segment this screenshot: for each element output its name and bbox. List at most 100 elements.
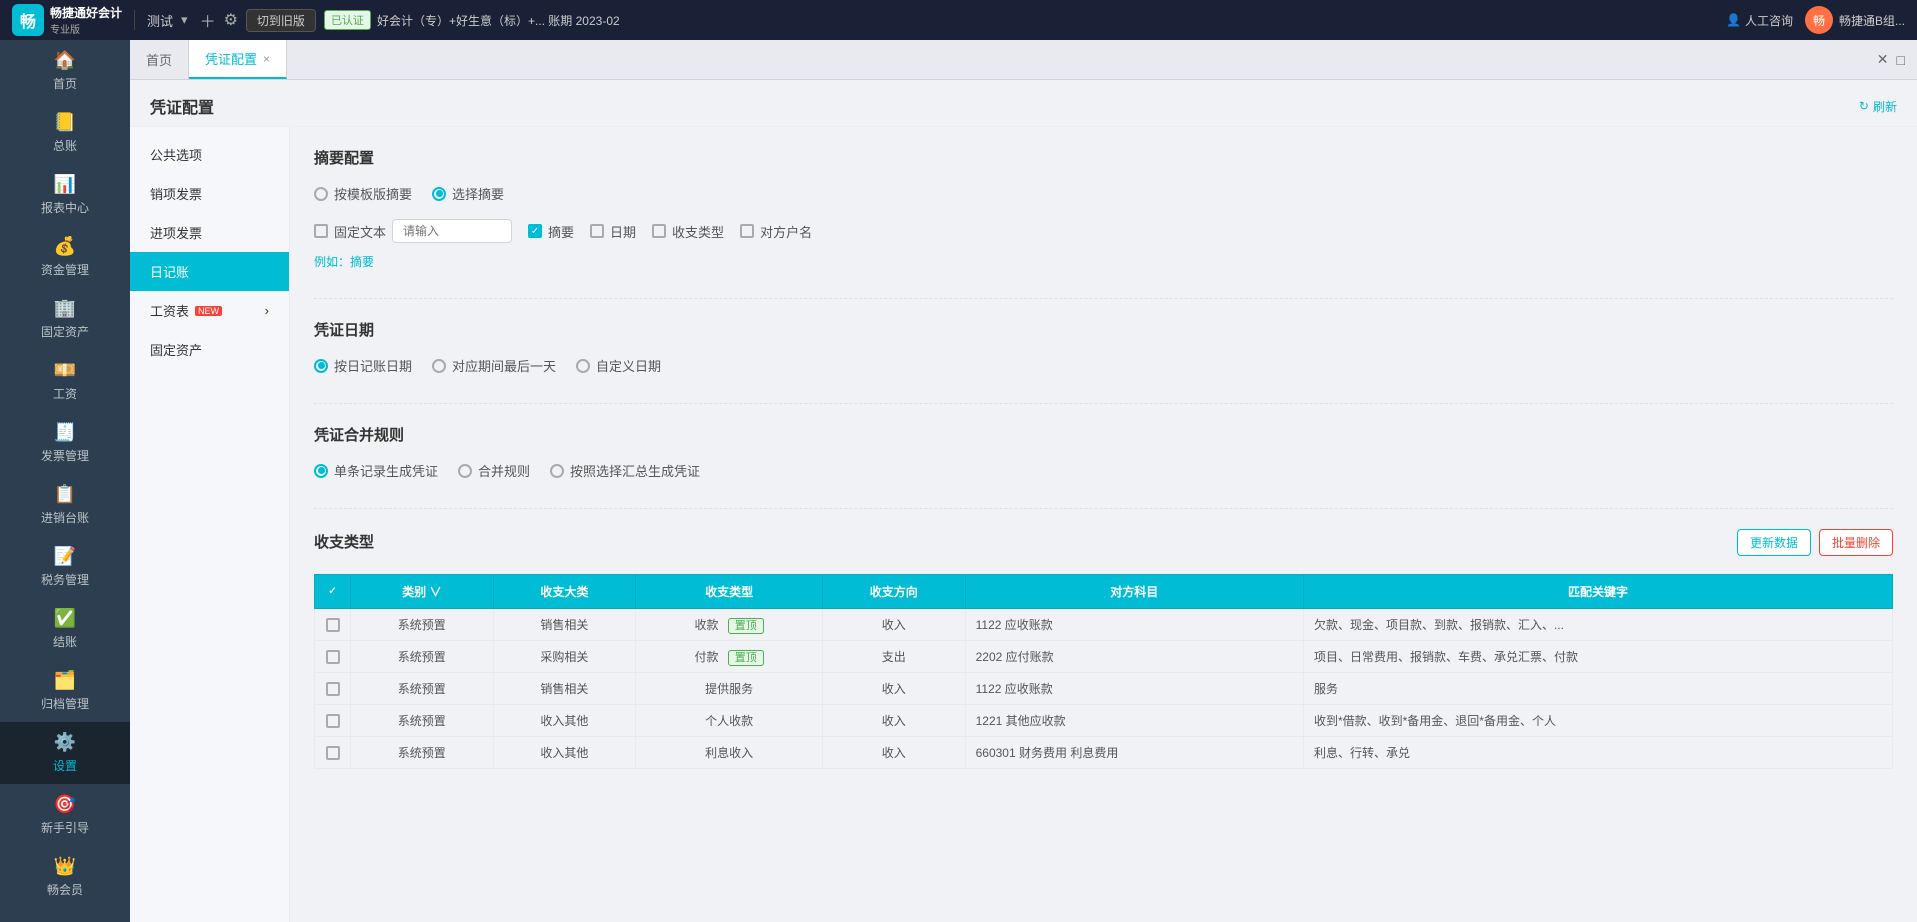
row3-big-type: 销售相关 (493, 673, 636, 705)
radio-summary-gen-label: 按照选择汇总生成凭证 (570, 461, 700, 480)
nav-item-public[interactable]: 公共选项 (130, 135, 289, 174)
tab-bar: 首页 凭证配置 × ✕ □ (130, 40, 1917, 80)
radio-single[interactable]: 单条记录生成凭证 (314, 461, 438, 480)
topbar-separator (134, 10, 135, 30)
main-panel: 摘要配置 按模板版摘要 选择摘要 (290, 127, 1917, 922)
nav-item-sales-invoice[interactable]: 销项发票 (130, 174, 289, 213)
nav-item-journal[interactable]: 日记账 (130, 252, 289, 291)
radio-journal-date-label: 按日记账日期 (334, 356, 412, 375)
row2-type-text: 付款 (694, 650, 718, 664)
checkbox-fixed-text[interactable]: 固定文本 (314, 219, 512, 243)
window-maximize-icon[interactable]: □ (1897, 52, 1905, 68)
radio-single-dot (318, 467, 325, 474)
sidebar-item-purchase[interactable]: 📋 进销台账 (0, 474, 130, 536)
row3-check-box[interactable] (326, 682, 340, 696)
select-all-checkbox[interactable]: ✓ (326, 585, 340, 599)
report-icon: 📊 (54, 174, 76, 195)
update-data-button[interactable]: 更新数据 (1737, 529, 1811, 556)
company-dropdown-icon[interactable]: ▾ (181, 12, 188, 28)
row5-type-text: 利息收入 (705, 746, 753, 760)
checkbox-summary[interactable]: ✓ 摘要 (528, 222, 574, 241)
sidebar-item-archive[interactable]: 🗂️ 归档管理 (0, 660, 130, 722)
row1-checkbox[interactable] (315, 609, 351, 641)
topbar-actions: ＋ ⚙ 切到旧版 (200, 8, 316, 32)
radio-period-last[interactable]: 对应期间最后一天 (432, 356, 556, 375)
row4-keyword: 收到*借款、收到*备用金、退回*备用金、个人 (1303, 705, 1892, 737)
income-expense-header: 收支类型 更新数据 批量删除 (314, 529, 1893, 564)
checkbox-group: 固定文本 ✓ 摘要 日期 收支类型 (314, 219, 1893, 243)
sidebar-item-tax[interactable]: 📝 税务管理 (0, 536, 130, 598)
fixed-text-input[interactable] (392, 219, 512, 243)
batch-delete-button[interactable]: 批量删除 (1819, 529, 1893, 556)
sidebar-item-asset[interactable]: 🏢 固定资产 (0, 288, 130, 350)
switch-version-button[interactable]: 切到旧版 (246, 9, 316, 32)
sidebar-item-ledger[interactable]: 📒 总账 (0, 102, 130, 164)
checkbox-counterparty[interactable]: 对方户名 (740, 222, 812, 241)
row1-check-box[interactable] (326, 618, 340, 632)
page-header: 凭证配置 ↻ 刷新 (130, 80, 1917, 127)
page-title: 凭证配置 (150, 94, 214, 118)
tab-home[interactable]: 首页 (130, 40, 189, 79)
checkbox-payment-type-box (652, 224, 666, 238)
window-close-icon[interactable]: ✕ (1877, 51, 1889, 68)
checkbox-payment-type-label: 收支类型 (672, 222, 724, 241)
sidebar-item-invoice[interactable]: 🧾 发票管理 (0, 412, 130, 474)
add-icon[interactable]: ＋ (200, 8, 216, 32)
checkbox-payment-type[interactable]: 收支类型 (652, 222, 724, 241)
row1-top-tag: 置顶 (728, 618, 764, 634)
radio-summary-gen[interactable]: 按照选择汇总生成凭证 (550, 461, 700, 480)
voucher-date-title: 凭证日期 (314, 319, 1893, 340)
row2-top-tag: 置顶 (728, 650, 764, 666)
checkbox-counterparty-box (740, 224, 754, 238)
radio-merge[interactable]: 合并规则 (458, 461, 530, 480)
row2-checkbox[interactable] (315, 641, 351, 673)
sidebar-item-settle[interactable]: ✅ 结账 (0, 598, 130, 660)
content-area: 首页 凭证配置 × ✕ □ 凭证配置 ↻ 刷新 公共选项 (130, 40, 1917, 922)
row3-type-text: 提供服务 (705, 682, 753, 696)
th-category[interactable]: 类别 ∨ (351, 575, 494, 609)
row5-check-box[interactable] (326, 746, 340, 760)
radio-template[interactable]: 按模板版摘要 (314, 184, 412, 203)
sidebar-item-home[interactable]: 🏠 首页 (0, 40, 130, 102)
topbar-status: 已认证 好会计（专）+好生意（标）+... 账期 2023-02 (324, 10, 620, 30)
tab-close-icon[interactable]: × (263, 52, 270, 66)
settings-nav-icon: ⚙️ (54, 732, 76, 753)
row4-checkbox[interactable] (315, 705, 351, 737)
row4-type-text: 个人收款 (705, 714, 753, 728)
row4-check-box[interactable] (326, 714, 340, 728)
radio-template-circle (314, 187, 328, 201)
sidebar-item-member[interactable]: 👑 畅会员 (0, 846, 130, 908)
settings-icon[interactable]: ⚙ (224, 10, 238, 30)
row2-check-box[interactable] (326, 650, 340, 664)
tab-voucher-config[interactable]: 凭证配置 × (189, 40, 287, 79)
nav-item-fixed-assets[interactable]: 固定资产 (130, 330, 289, 369)
nav-item-purchase-invoice[interactable]: 进项发票 (130, 213, 289, 252)
row2-big-type: 采购相关 (493, 641, 636, 673)
th-checkbox[interactable]: ✓ (315, 575, 351, 609)
radio-select-label: 选择摘要 (452, 184, 504, 203)
divider-3 (314, 508, 1893, 509)
radio-custom-date[interactable]: 自定义日期 (576, 356, 661, 375)
radio-select-summary[interactable]: 选择摘要 (432, 184, 504, 203)
nav-item-payroll[interactable]: 工资表 NEW › (130, 291, 289, 330)
row4-category: 系统预置 (351, 705, 494, 737)
sidebar-item-guide[interactable]: 🎯 新手引导 (0, 784, 130, 846)
sidebar-item-salary[interactable]: 💴 工资 (0, 350, 130, 412)
row5-checkbox[interactable] (315, 737, 351, 769)
row1-type: 收款 置顶 (636, 609, 823, 641)
row1-type-text: 收款 (694, 618, 718, 632)
row3-checkbox[interactable] (315, 673, 351, 705)
archive-icon: 🗂️ (54, 670, 76, 691)
radio-journal-date[interactable]: 按日记账日期 (314, 356, 412, 375)
human-service-button[interactable]: 👤 人工咨询 (1726, 12, 1793, 29)
sidebar-label-report: 报表中心 (41, 199, 89, 216)
th-direction: 收支方向 (822, 575, 965, 609)
checkbox-date[interactable]: 日期 (590, 222, 636, 241)
row3-type: 提供服务 (636, 673, 823, 705)
refresh-button[interactable]: ↻ 刷新 (1859, 98, 1897, 115)
table-row: 系统预置 收入其他 利息收入 收入 660301 财务费用 利息费用 利息、行转… (315, 737, 1893, 769)
member-icon: 👑 (54, 856, 76, 877)
sidebar-item-settings[interactable]: ⚙️ 设置 (0, 722, 130, 784)
sidebar-item-fund[interactable]: 💰 资金管理 (0, 226, 130, 288)
sidebar-item-report[interactable]: 📊 报表中心 (0, 164, 130, 226)
